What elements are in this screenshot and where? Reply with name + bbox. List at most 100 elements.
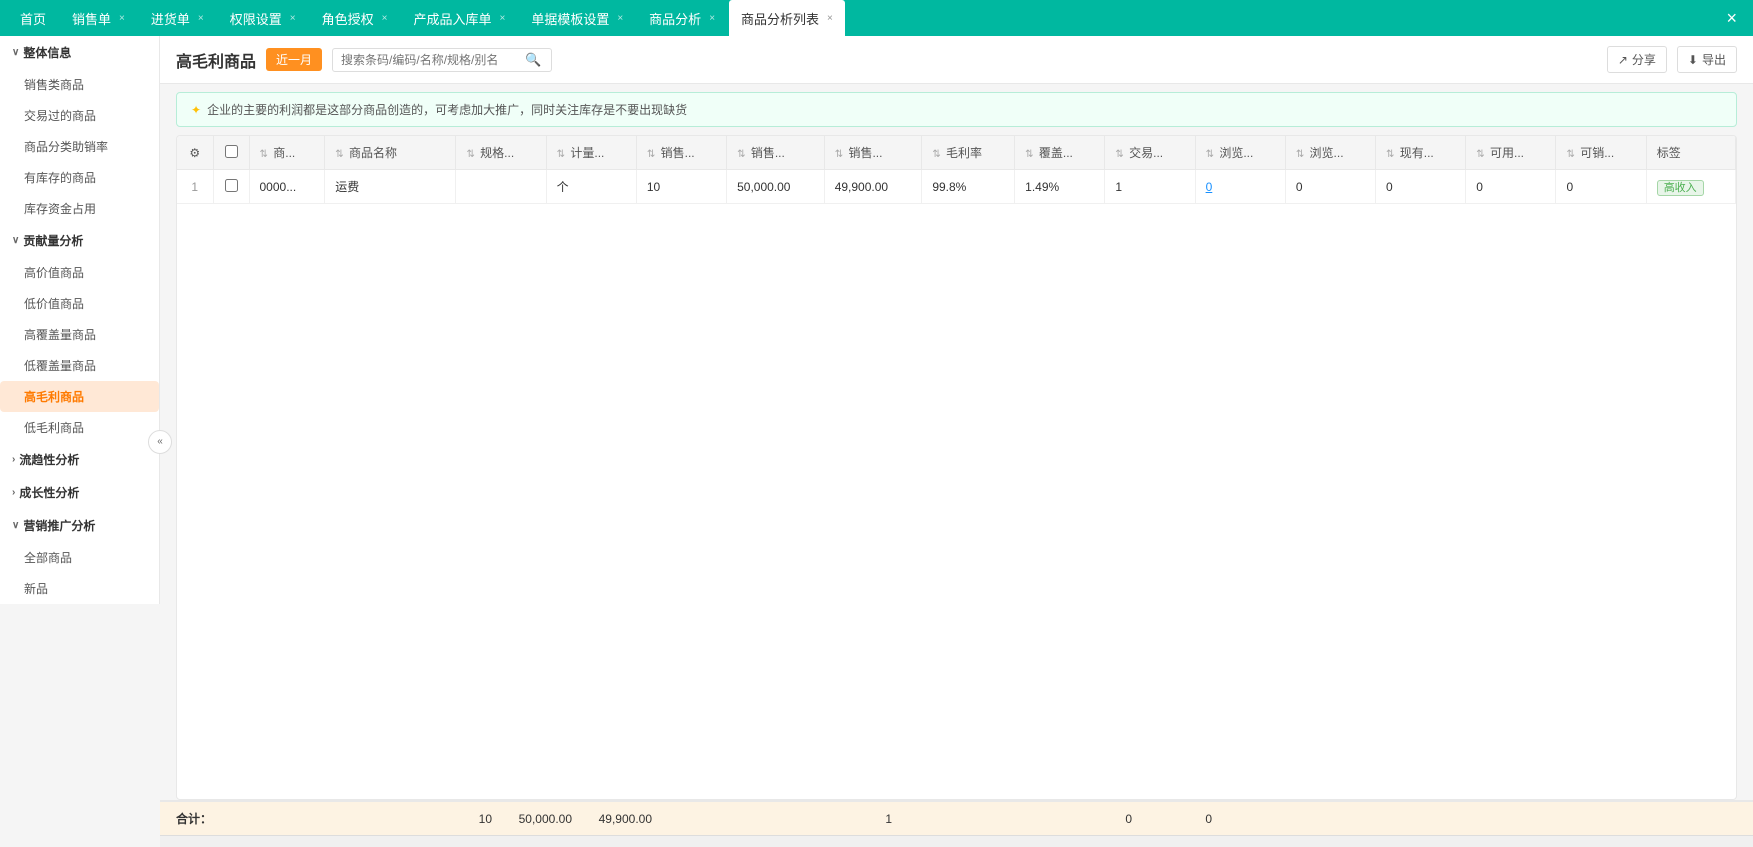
col-sales-cost[interactable]: ⇅ 销售... <box>824 136 922 170</box>
sidebar-item-low-coverage[interactable]: 低覆盖量商品 <box>0 350 159 381</box>
sort-icon-views2: ⇅ <box>1296 149 1304 160</box>
content-header: 高毛利商品 近一月 🔍 ↗ 分享 ⬇ 导出 <box>160 36 1753 84</box>
nav-item-role[interactable]: 角色授权 × <box>310 0 400 36</box>
col-coverage[interactable]: ⇅ 覆盖... <box>1015 136 1105 170</box>
table-row: 1 0000... 运费 <box>177 170 1736 204</box>
arrow-icon-trend: › <box>12 454 15 465</box>
nav-item-template[interactable]: 单据模板设置 × <box>519 0 635 36</box>
col-transaction[interactable]: ⇅ 交易... <box>1105 136 1195 170</box>
footer-sales-qty: 10 <box>422 812 502 826</box>
footer-available: 0 <box>1142 812 1222 826</box>
col-sales-amount[interactable]: ⇅ 销售... <box>727 136 825 170</box>
cell-current-stock: 0 <box>1376 170 1466 204</box>
nav-item-product-analysis[interactable]: 商品分析 × <box>637 0 727 36</box>
sidebar-section-marketing[interactable]: ∨ 营销推广分析 <box>0 509 159 542</box>
close-role-tab-icon[interactable]: × <box>382 13 388 24</box>
export-icon: ⬇ <box>1688 53 1698 67</box>
sidebar-item-low-value[interactable]: 低价值商品 <box>0 288 159 319</box>
sidebar-item-stock-capital[interactable]: 库存资金占用 <box>0 193 159 224</box>
row-checkbox[interactable] <box>225 179 238 192</box>
col-views2[interactable]: ⇅ 浏览... <box>1285 136 1375 170</box>
col-name[interactable]: ⇅ 商品名称 <box>325 136 456 170</box>
filter-recent-month-button[interactable]: 近一月 <box>266 48 322 71</box>
sidebar-section-growth[interactable]: › 成长性分析 <box>0 476 159 509</box>
cell-name: 运费 <box>325 170 456 204</box>
col-checkbox <box>213 136 249 170</box>
sidebar-section-contribution[interactable]: ∨ 贡献量分析 <box>0 224 159 257</box>
nav-item-home[interactable]: 首页 <box>8 0 58 36</box>
settings-icon: ⚙ <box>189 146 200 160</box>
cell-views1[interactable]: 0 <box>1195 170 1285 204</box>
nav-item-permission[interactable]: 权限设置 × <box>218 0 308 36</box>
col-sales-qty[interactable]: ⇅ 销售... <box>636 136 726 170</box>
col-gross-margin[interactable]: ⇅ 毛利率 <box>922 136 1015 170</box>
close-template-tab-icon[interactable]: × <box>617 13 623 24</box>
sidebar-item-stocked-goods[interactable]: 有库存的商品 <box>0 162 159 193</box>
sidebar-item-all-goods[interactable]: 全部商品 <box>0 542 159 573</box>
col-views1[interactable]: ⇅ 浏览... <box>1195 136 1285 170</box>
product-table: ⚙ ⇅ 商... ⇅ 商品名称 <box>177 136 1736 204</box>
search-box: 🔍 <box>332 48 552 72</box>
sort-icon-transaction: ⇅ <box>1115 149 1123 160</box>
footer-label: 合计： <box>176 810 212 827</box>
sort-icon-sales-amount: ⇅ <box>737 149 745 160</box>
sort-icon-spec: ⇅ <box>466 149 474 160</box>
share-icon: ↗ <box>1618 53 1628 67</box>
table-footer: 合计： 10 50,000.00 49,900.00 1 0 0 <box>160 800 1753 835</box>
table-header-row: ⚙ ⇅ 商... ⇅ 商品名称 <box>177 136 1736 170</box>
sort-icon-code: ⇅ <box>260 149 268 160</box>
sidebar-collapse-button[interactable]: « <box>148 430 172 454</box>
share-button[interactable]: ↗ 分享 <box>1607 46 1667 73</box>
close-product-inbound-tab-icon[interactable]: × <box>499 13 505 24</box>
col-saleable[interactable]: ⇅ 可销... <box>1556 136 1646 170</box>
content-area: 高毛利商品 近一月 🔍 ↗ 分享 ⬇ 导出 ✦ 企业的主要的利润都是这部分商品创… <box>160 36 1753 847</box>
main-layout: ∨ 整体信息 销售类商品 交易过的商品 商品分类助销率 有库存的商品 库存资金占… <box>0 36 1753 847</box>
col-spec[interactable]: ⇅ 规格... <box>456 136 546 170</box>
sidebar-item-high-coverage[interactable]: 高覆盖量商品 <box>0 319 159 350</box>
select-all-checkbox[interactable] <box>225 145 238 158</box>
nav-item-product-inbound[interactable]: 产成品入库单 × <box>401 0 517 36</box>
cell-unit: 个 <box>546 170 636 204</box>
search-icon[interactable]: 🔍 <box>525 52 541 68</box>
close-all-tabs-button[interactable]: × <box>1718 8 1745 29</box>
sidebar-section-trend[interactable]: › 流趋性分析 <box>0 443 159 476</box>
col-current-stock[interactable]: ⇅ 现有... <box>1376 136 1466 170</box>
tag-high-income-badge: 高收入 <box>1657 180 1704 196</box>
sidebar-item-high-margin[interactable]: 高毛利商品 <box>0 381 159 412</box>
close-product-analysis-list-tab-icon[interactable]: × <box>827 13 833 24</box>
tip-icon: ✦ <box>191 103 201 117</box>
col-code[interactable]: ⇅ 商... <box>249 136 325 170</box>
sort-icon-sales-cost: ⇅ <box>835 149 843 160</box>
close-product-analysis-tab-icon[interactable]: × <box>709 13 715 24</box>
sidebar-item-new-products[interactable]: 新品 <box>0 573 159 604</box>
sort-icon-gross-margin: ⇅ <box>932 149 940 160</box>
sidebar-item-traded-goods[interactable]: 交易过的商品 <box>0 100 159 131</box>
nav-item-sales[interactable]: 销售单 × <box>60 0 137 36</box>
cell-gross-margin: 99.8% <box>922 170 1015 204</box>
sort-icon-unit: ⇅ <box>557 149 565 160</box>
sidebar-wrapper: ∨ 整体信息 销售类商品 交易过的商品 商品分类助销率 有库存的商品 库存资金占… <box>0 36 160 847</box>
sidebar-item-high-value[interactable]: 高价值商品 <box>0 257 159 288</box>
close-sales-tab-icon[interactable]: × <box>119 13 125 24</box>
cell-saleable: 0 <box>1556 170 1646 204</box>
col-settings[interactable]: ⚙ <box>177 136 213 170</box>
footer-transaction: 1 <box>822 812 902 826</box>
sidebar-item-category-rate[interactable]: 商品分类助销率 <box>0 131 159 162</box>
sidebar-section-overall[interactable]: ∨ 整体信息 <box>0 36 159 69</box>
cell-coverage: 1.49% <box>1015 170 1105 204</box>
sidebar-item-low-margin[interactable]: 低毛利商品 <box>0 412 159 443</box>
close-permission-tab-icon[interactable]: × <box>290 13 296 24</box>
cell-sales-qty: 10 <box>636 170 726 204</box>
export-button[interactable]: ⬇ 导出 <box>1677 46 1737 73</box>
nav-item-product-analysis-list[interactable]: 商品分析列表 × <box>729 0 845 36</box>
col-unit[interactable]: ⇅ 计量... <box>546 136 636 170</box>
nav-item-purchase[interactable]: 进货单 × <box>139 0 216 36</box>
arrow-icon-marketing: ∨ <box>12 520 19 531</box>
sort-icon-saleable: ⇅ <box>1566 149 1574 160</box>
sidebar-item-sales-goods[interactable]: 销售类商品 <box>0 69 159 100</box>
search-input[interactable] <box>341 53 521 67</box>
sort-icon-coverage: ⇅ <box>1025 149 1033 160</box>
horizontal-scrollbar[interactable] <box>160 835 1753 847</box>
close-purchase-tab-icon[interactable]: × <box>198 13 204 24</box>
col-available[interactable]: ⇅ 可用... <box>1466 136 1556 170</box>
